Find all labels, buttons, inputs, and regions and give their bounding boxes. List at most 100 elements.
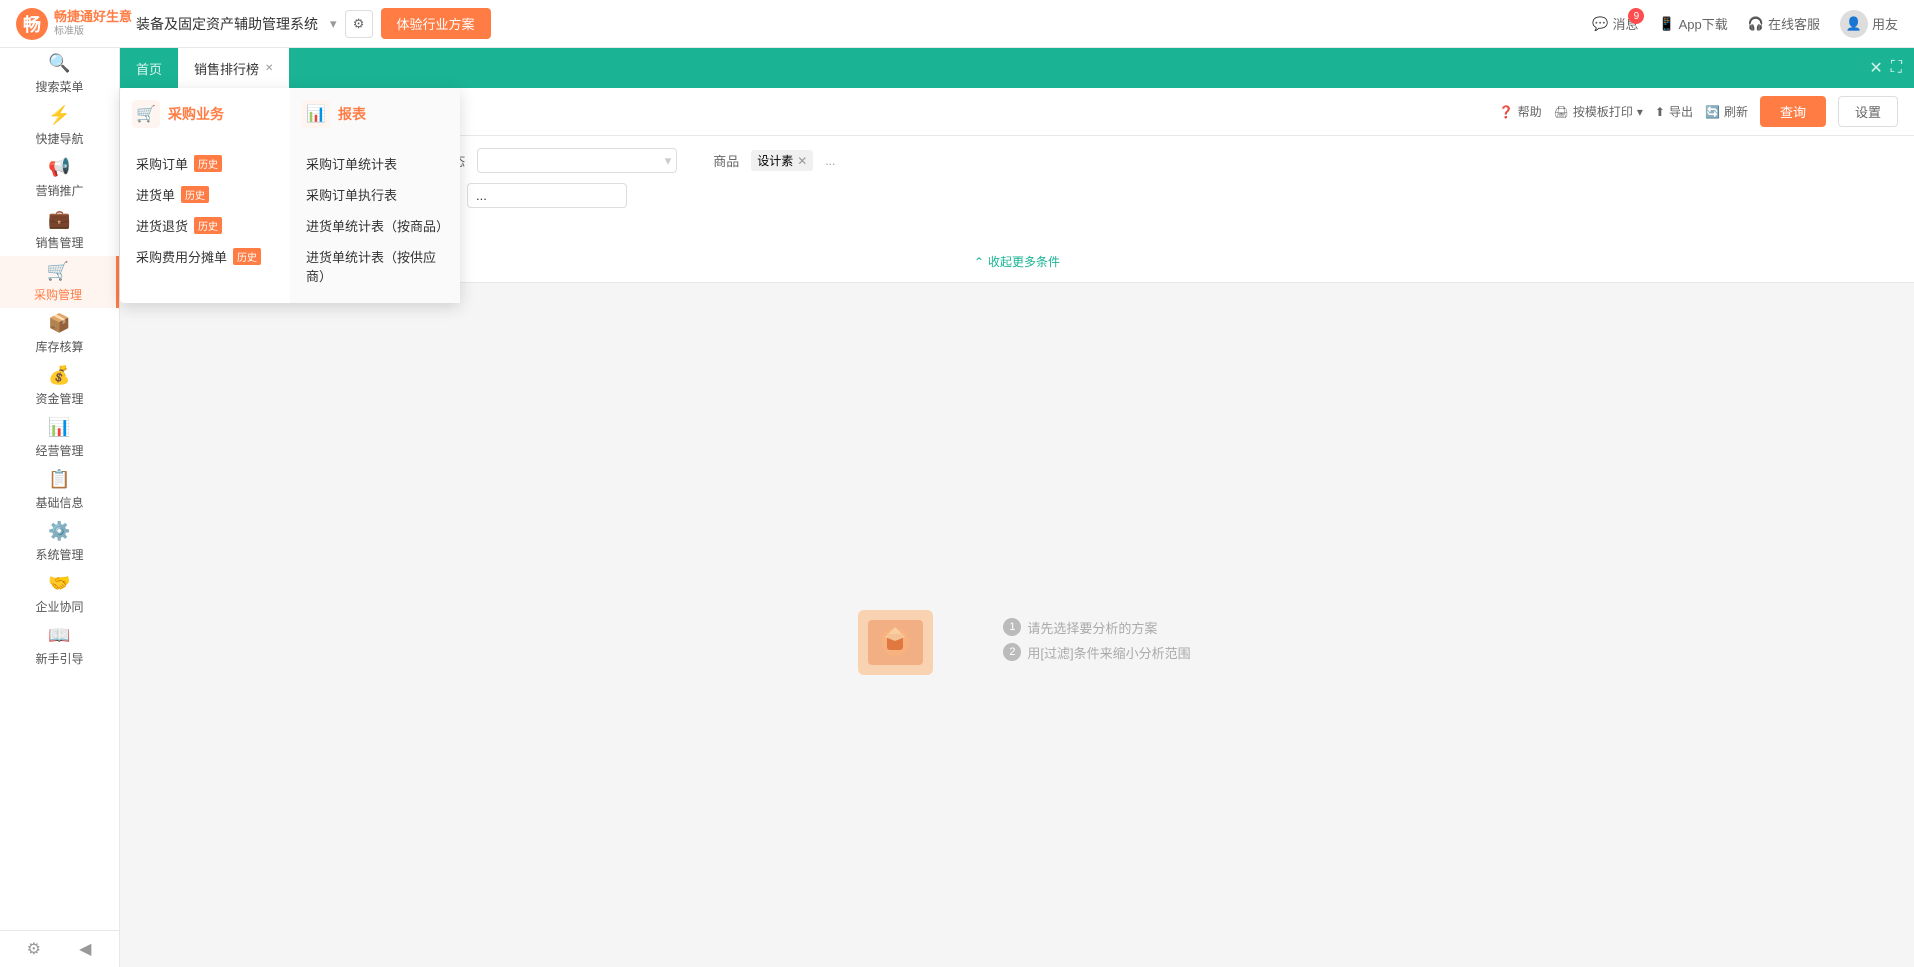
avatar: 👤	[1840, 10, 1868, 38]
filter-settings-btn[interactable]: 设置	[1838, 96, 1898, 127]
collapse-filter-btn[interactable]: ⌃ 收起更多条件	[957, 253, 1077, 270]
order-exec-label: 采购订单执行表	[306, 185, 397, 204]
dropdown-item-purchase-order[interactable]: 采购订单 历史	[132, 148, 278, 179]
goods-tag-close[interactable]: ✕	[797, 154, 807, 168]
tab-sales-label: 销售排行榜	[194, 59, 259, 78]
app-download-label: App下载	[1679, 14, 1728, 33]
user-action[interactable]: 👤 用友	[1840, 10, 1898, 38]
messages-action[interactable]: 💬 消息 9	[1592, 14, 1638, 33]
purchase-order-label: 采购订单	[136, 154, 188, 173]
sidebar-item-finance[interactable]: 💰 资金管理	[0, 360, 119, 412]
expense-history: 历史	[233, 248, 261, 265]
dropdown-item-inbound-supplier[interactable]: 进货单统计表（按供应商）	[302, 241, 448, 291]
refresh-icon: 🔄	[1705, 105, 1720, 119]
logo-icon: 畅	[16, 8, 48, 40]
sidebar-item-management[interactable]: 📊 经营管理	[0, 412, 119, 464]
industry-btn[interactable]: 体验行业方案	[381, 8, 491, 39]
sidebar-item-label: 销售管理	[35, 234, 83, 251]
sidebar-item-search[interactable]: 🔍 搜索菜单	[0, 48, 119, 100]
settings-icon[interactable]: ⚙	[345, 10, 373, 38]
help-label: 帮助	[1518, 103, 1542, 120]
tab-close-icon[interactable]: ✕	[265, 63, 273, 74]
doc-status-input[interactable]	[477, 148, 677, 173]
purchase-dropdown: 🛒 采购业务 采购订单 历史 进货单 历史 进货退货 历史 采购费用分摊单 历史	[120, 88, 460, 303]
sidebar-item-sysconfig[interactable]: ⚙️ 系统管理	[0, 516, 119, 568]
message-badge: 9	[1628, 8, 1644, 24]
sidebar-collapse-btn[interactable]: ◀	[60, 939, 112, 959]
tab-bar-actions: ✕ ⛶	[1869, 58, 1914, 78]
cart-icon: 🛒	[47, 261, 69, 282]
user-label: 用友	[1872, 14, 1898, 33]
sidebar-item-purchase[interactable]: 🛒 采购管理	[0, 256, 119, 308]
logo-name: 畅捷通好生意	[54, 9, 132, 26]
empty-tip1: 请先选择要分析的方案	[1027, 618, 1157, 637]
query-btn[interactable]: 查询	[1760, 96, 1826, 127]
tab-close-window-icon[interactable]: ✕	[1869, 58, 1882, 78]
collapse-icon: ⌃	[974, 255, 984, 269]
goods-tag-text: 设计素	[757, 152, 793, 169]
print-icon: 🖨	[1554, 105, 1569, 119]
print-btn[interactable]: 🖨 按模板打印 ▾	[1554, 103, 1643, 120]
lightning-icon: ⚡	[48, 105, 70, 126]
gear-icon: ⚙️	[48, 521, 70, 542]
logo-text: 畅捷通好生意 标准版	[54, 9, 132, 39]
dropdown-item-order-stats[interactable]: 采购订单统计表	[302, 148, 448, 179]
sidebar-item-label: 资金管理	[35, 390, 83, 407]
sidebar-item-cooperation[interactable]: 🤝 企业协同	[0, 568, 119, 620]
app-download-action[interactable]: 📱 App下载	[1658, 14, 1727, 33]
tab-sales-ranking[interactable]: 销售排行榜 ✕	[178, 48, 289, 88]
megaphone-icon: 📢	[48, 157, 70, 178]
dropdown-cols: 🛒 采购业务 采购订单 历史 进货单 历史 进货退货 历史 采购费用分摊单 历史	[120, 88, 460, 303]
online-service-label: 在线客服	[1768, 14, 1820, 33]
return-label: 进货退货	[136, 216, 188, 235]
inbound-goods-label: 进货单统计表（按商品）	[306, 216, 444, 235]
help-icon: ❓	[1499, 105, 1514, 119]
inbound-label: 进货单	[136, 185, 175, 204]
refresh-btn[interactable]: 🔄 刷新	[1705, 103, 1748, 120]
salesperson-more-text: ...	[476, 188, 487, 203]
online-service-action[interactable]: 🎧 在线客服	[1748, 14, 1820, 33]
goods-label: 商品	[713, 151, 739, 170]
inbound-history: 历史	[181, 186, 209, 203]
sidebar-item-sales[interactable]: 💼 销售管理	[0, 204, 119, 256]
sidebar-settings-btn[interactable]: ⚙	[8, 939, 60, 959]
export-btn[interactable]: ⬆ 导出	[1655, 103, 1693, 120]
sidebar-item-label: 营销推广	[35, 182, 83, 199]
dropdown-item-inbound-goods[interactable]: 进货单统计表（按商品）	[302, 210, 448, 241]
sidebar-item-guide[interactable]: 📖 新手引导	[0, 620, 119, 672]
purchase-order-history: 历史	[194, 155, 222, 172]
salesperson-input[interactable]: ...	[467, 183, 627, 208]
dropdown-item-order-exec[interactable]: 采购订单执行表	[302, 179, 448, 210]
top-nav: 装备及固定资产辅助管理系统 ▾ ⚙ 体验行业方案	[136, 8, 1592, 39]
dropdown-item-expense[interactable]: 采购费用分摊单 历史	[132, 241, 278, 272]
purchase-col-title: 采购业务	[168, 104, 224, 124]
dropdown-item-inbound[interactable]: 进货单 历史	[132, 179, 278, 210]
logo-version: 标准版	[54, 25, 132, 38]
sidebar-item-inventory[interactable]: 📦 库存核算	[0, 308, 119, 360]
goods-more[interactable]: ...	[825, 154, 835, 168]
print-dropdown-icon: ▾	[1637, 105, 1643, 119]
purchase-col: 🛒 采购业务 采购订单 历史 进货单 历史 进货退货 历史 采购费用分摊单 历史	[120, 88, 290, 303]
collapse-label: 收起更多条件	[988, 253, 1060, 270]
sidebar-item-basicinfo[interactable]: 📋 基础信息	[0, 464, 119, 516]
phone-icon: 📱	[1658, 16, 1674, 32]
refresh-label: 刷新	[1724, 103, 1748, 120]
report-col: 📊 报表 采购订单统计表 采购订单执行表 进货单统计表（按商品） 进货单统计表（…	[290, 88, 460, 303]
chart-icon: 📊	[48, 417, 70, 438]
sidebar-item-quicknav[interactable]: ⚡ 快捷导航	[0, 100, 119, 152]
sidebar-item-label: 企业协同	[35, 598, 83, 615]
tab-maximize-icon[interactable]: ⛶	[1891, 59, 1902, 77]
empty-svg	[843, 585, 963, 685]
report-col-header: 📊 报表	[302, 100, 448, 136]
help-btn[interactable]: ❓ 帮助	[1499, 103, 1542, 120]
message-icon: 💬	[1592, 16, 1608, 32]
step-1-num: 1	[1003, 618, 1021, 636]
title-dropdown-icon[interactable]: ▾	[330, 16, 337, 32]
top-bar: 畅 畅捷通好生意 标准版 装备及固定资产辅助管理系统 ▾ ⚙ 体验行业方案 💬 …	[0, 0, 1914, 48]
order-stats-label: 采购订单统计表	[306, 154, 397, 173]
sidebar-item-marketing[interactable]: 📢 营销推广	[0, 152, 119, 204]
dropdown-item-return[interactable]: 进货退货 历史	[132, 210, 278, 241]
tab-home[interactable]: 首页	[120, 48, 178, 88]
sidebar-item-label: 采购管理	[34, 286, 82, 303]
sidebar: 🔍 搜索菜单 ⚡ 快捷导航 📢 营销推广 💼 销售管理 🛒 采购管理 📦 库存核…	[0, 48, 120, 967]
